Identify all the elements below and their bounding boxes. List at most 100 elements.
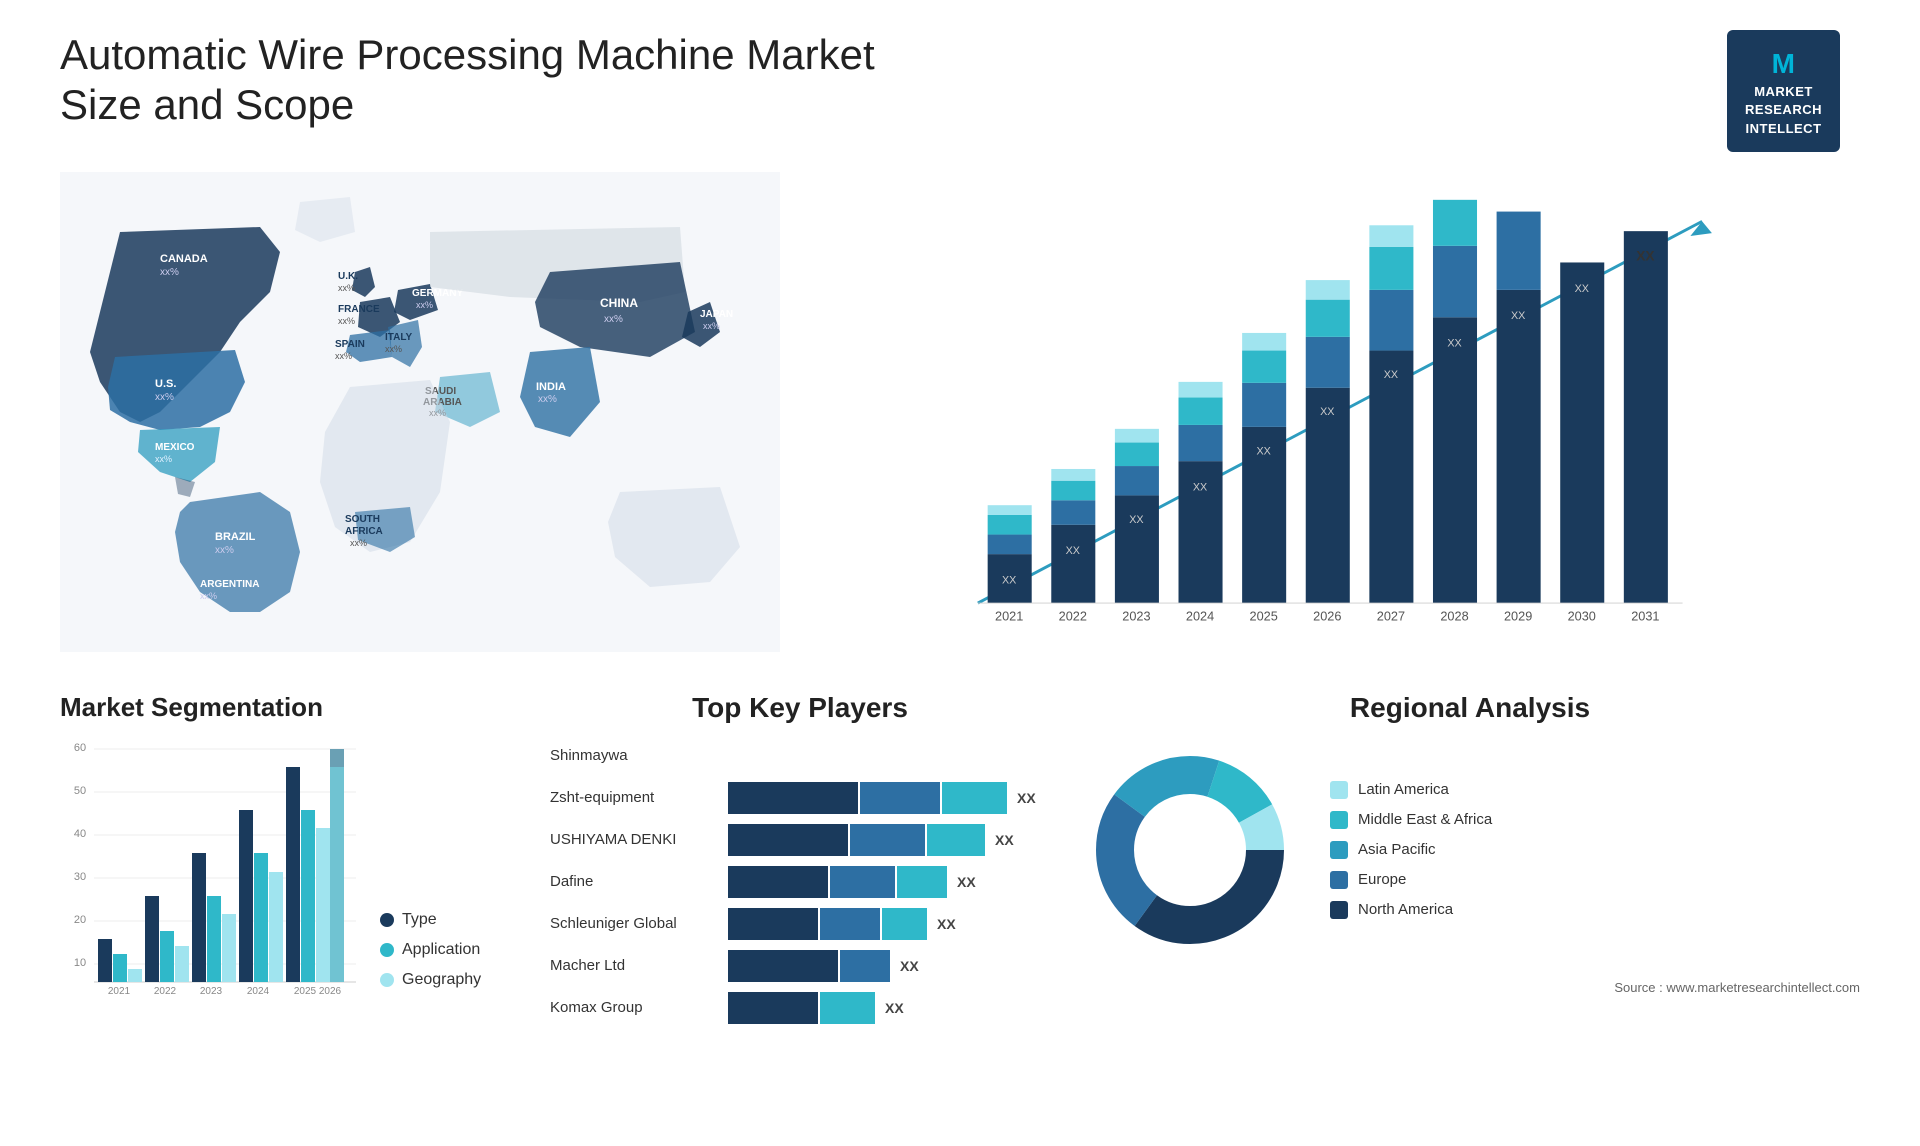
regional-legend-middle-east: Middle East & Africa: [1330, 811, 1492, 829]
svg-text:xx%: xx%: [538, 394, 557, 405]
svg-text:50: 50: [74, 785, 86, 797]
logo-icon: M: [1745, 44, 1822, 83]
segmentation-title: Market Segmentation: [60, 692, 520, 723]
region-color-asia-pacific: [1330, 841, 1348, 859]
svg-text:ITALY: ITALY: [385, 332, 413, 343]
svg-text:2023: 2023: [200, 986, 223, 997]
player-bar-wrap: XX: [728, 866, 1050, 898]
svg-text:2026: 2026: [319, 986, 342, 997]
svg-text:2027: 2027: [1377, 608, 1405, 623]
svg-text:2028: 2028: [1440, 608, 1468, 623]
bar-seg-2: [830, 866, 895, 898]
svg-text:xx%: xx%: [604, 314, 623, 325]
country-value-canada: xx%: [160, 267, 179, 278]
player-name: USHIYAMA DENKI: [550, 831, 720, 848]
region-label-latin-america: Latin America: [1358, 781, 1449, 798]
player-name: Dafine: [550, 873, 720, 890]
player-bar-wrap: XX: [728, 824, 1050, 856]
player-name: Schleuniger Global: [550, 915, 720, 932]
svg-text:2021: 2021: [108, 986, 131, 997]
logo-line3: INTELLECT: [1746, 121, 1822, 136]
svg-text:xx%: xx%: [200, 591, 217, 601]
players-title: Top Key Players: [550, 692, 1050, 724]
svg-text:CHINA: CHINA: [600, 296, 638, 310]
player-row-dafine: Dafine XX: [550, 866, 1050, 898]
regional-legend-europe: Europe: [1330, 871, 1492, 889]
bar-seg-1: [728, 992, 818, 1024]
bar-seg-3: [882, 908, 927, 940]
legend-item-application: Application: [380, 941, 481, 959]
bar-seg-3: [927, 824, 985, 856]
svg-text:2026: 2026: [1313, 608, 1341, 623]
player-bar: [728, 950, 890, 982]
bar-seg-2: [820, 908, 880, 940]
segmentation-chart-svg: 60 50 40 30 20 10: [60, 739, 360, 999]
bar-seg-3: [897, 866, 947, 898]
svg-text:2029: 2029: [1504, 608, 1532, 623]
regional-title: Regional Analysis: [1080, 692, 1860, 724]
svg-text:xx%: xx%: [155, 392, 174, 403]
svg-text:xx%: xx%: [215, 545, 234, 556]
page-wrapper: Automatic Wire Processing Machine Market…: [0, 0, 1920, 1146]
region-label-asia-pacific: Asia Pacific: [1358, 841, 1436, 858]
regional-legend: Latin America Middle East & Africa Asia …: [1330, 781, 1492, 919]
svg-text:BRAZIL: BRAZIL: [215, 531, 256, 543]
svg-text:MEXICO: MEXICO: [155, 442, 195, 453]
donut-chart-svg: [1080, 740, 1300, 960]
segmentation-legend: Type Application Geography: [380, 911, 481, 989]
region-color-europe: [1330, 871, 1348, 889]
segmentation-area: Market Segmentation 60 50 40 30 20 10: [60, 692, 520, 1019]
svg-text:xx%: xx%: [335, 351, 352, 361]
legend-item-type: Type: [380, 911, 481, 929]
svg-text:ARGENTINA: ARGENTINA: [200, 579, 259, 590]
region-label-europe: Europe: [1358, 871, 1406, 888]
svg-text:XX: XX: [1447, 337, 1461, 349]
svg-text:XX: XX: [1002, 574, 1016, 586]
player-name: Shinmaywa: [550, 747, 720, 764]
player-name: Komax Group: [550, 999, 720, 1016]
svg-text:xx%: xx%: [155, 454, 172, 464]
player-value: XX: [885, 1000, 904, 1016]
player-bar-wrap: XX: [728, 950, 1050, 982]
bar-chart-area: XX XX XX XX: [820, 172, 1860, 652]
svg-text:SPAIN: SPAIN: [335, 339, 365, 350]
bar-chart-svg: XX XX XX XX: [820, 192, 1860, 652]
bar-seg-1: [728, 824, 848, 856]
logo-area: M MARKET RESEARCH INTELLECT: [1727, 30, 1840, 152]
legend-label-application: Application: [402, 941, 480, 959]
legend-item-geography: Geography: [380, 971, 481, 989]
svg-text:30: 30: [74, 871, 86, 883]
svg-text:2022: 2022: [154, 986, 177, 997]
map-area: CANADA xx% U.S. xx% MEXICO xx% BRAZIL xx…: [60, 172, 780, 652]
logo-line2: RESEARCH: [1745, 102, 1822, 117]
regional-legend-north-america: North America: [1330, 901, 1492, 919]
player-bar: [728, 866, 947, 898]
bar-seg-2: [850, 824, 925, 856]
svg-text:2023: 2023: [1122, 608, 1150, 623]
svg-text:XX: XX: [1575, 283, 1589, 295]
region-color-north-america: [1330, 901, 1348, 919]
svg-text:10: 10: [74, 957, 86, 969]
svg-text:2025: 2025: [1250, 608, 1278, 623]
player-bar-wrap: [728, 740, 1050, 772]
player-value: XX: [900, 958, 919, 974]
svg-text:xx%: xx%: [416, 300, 433, 310]
country-label-canada: CANADA: [160, 253, 208, 265]
player-value: XX: [957, 874, 976, 890]
players-area: Top Key Players Shinmaywa Zsht-equipment…: [550, 692, 1050, 1034]
player-row-komax: Komax Group XX: [550, 992, 1050, 1024]
svg-text:U.K.: U.K.: [338, 271, 358, 282]
bar-seg-2: [840, 950, 890, 982]
svg-text:FRANCE: FRANCE: [338, 304, 380, 315]
bottom-section: Market Segmentation 60 50 40 30 20 10: [60, 692, 1860, 1034]
svg-text:xx%: xx%: [338, 316, 355, 326]
svg-text:2024: 2024: [247, 986, 270, 997]
regional-legend-latin-america: Latin America: [1330, 781, 1492, 799]
source-text: Source : www.marketresearchintellect.com: [1080, 980, 1860, 995]
legend-dot-geography: [380, 973, 394, 987]
svg-text:xx%: xx%: [703, 321, 720, 331]
svg-text:xx%: xx%: [338, 283, 355, 293]
bar-seg-1: [728, 908, 818, 940]
player-bar-wrap: XX: [728, 908, 1050, 940]
bar-seg-1: [728, 866, 828, 898]
